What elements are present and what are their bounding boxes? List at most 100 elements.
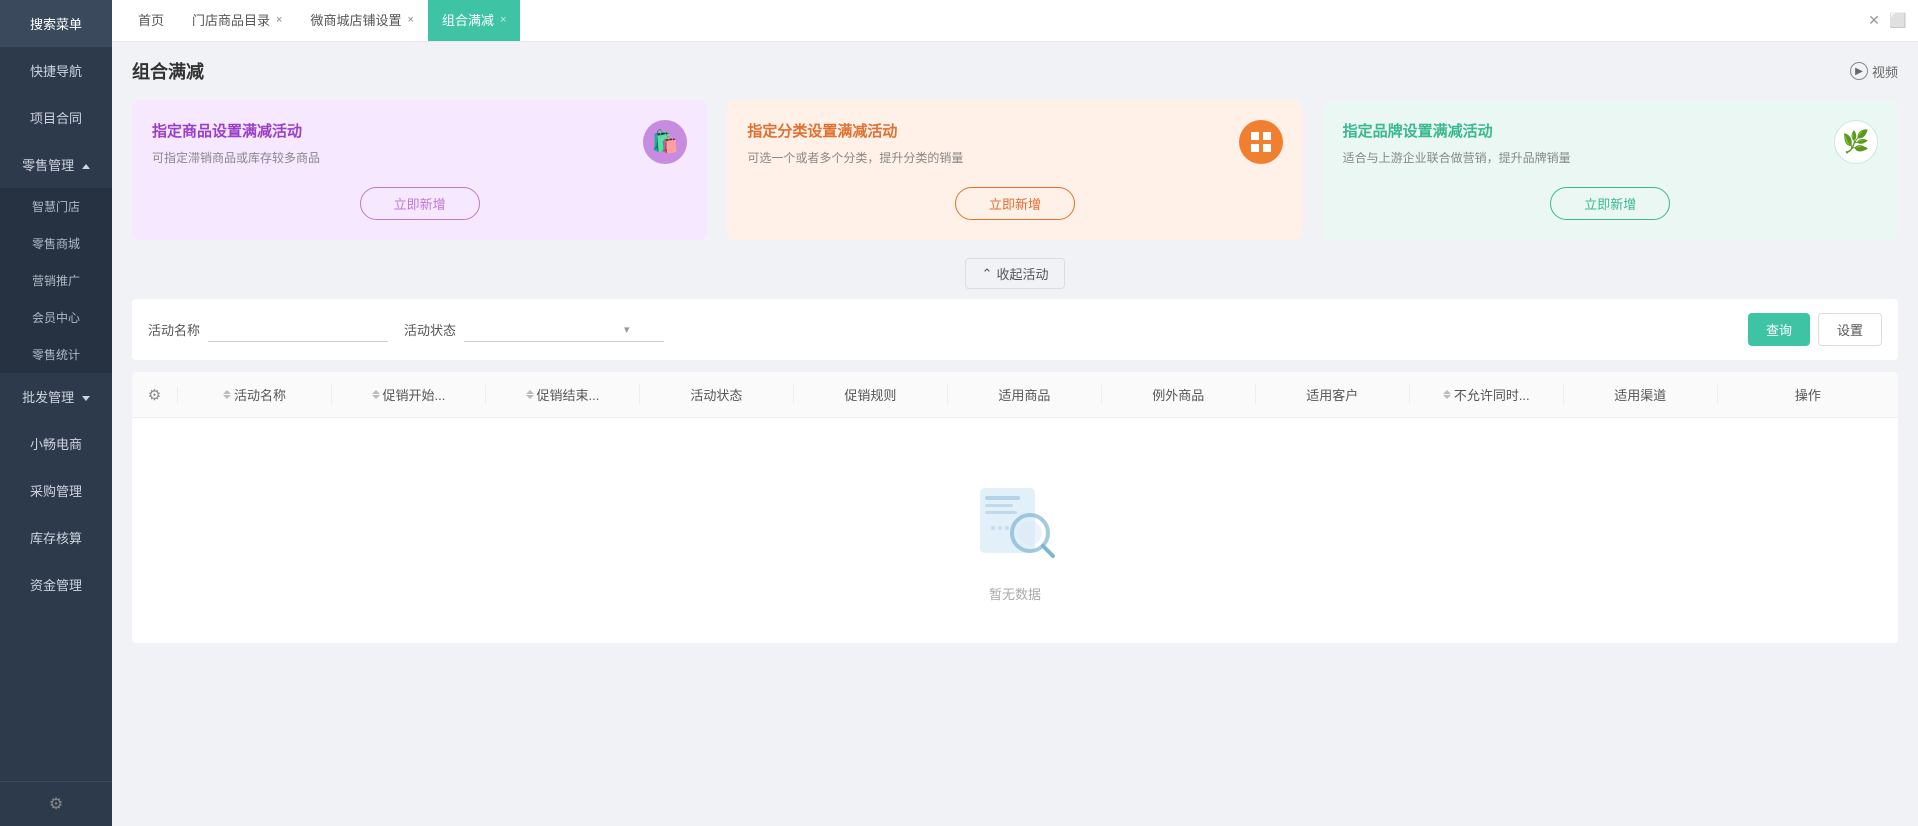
page-title: 组合满减 [132,58,204,84]
sidebar-item-purchase-mgmt[interactable]: 采购管理 [0,467,112,514]
th-no-concurrent: 不允许同时... [1410,385,1564,404]
sidebar-item-retail-mall[interactable]: 零售商城 [0,225,112,262]
sort-up-icon [223,390,231,394]
th-promo-end: 促销结束... [486,385,640,404]
sort-up-icon [372,390,380,394]
activity-status-input[interactable] [464,318,624,341]
page-body: 组合满减 ▶ 视频 指定商品设置满减活动 可指定滞销商品或库存较多商品 🛍️ 立… [112,42,1918,826]
chevron-down-icon: ▾ [624,323,630,336]
sidebar-item-quick-nav[interactable]: 快捷导航 [0,47,112,94]
tab-close-combo-discount[interactable]: × [500,14,506,26]
th-promo-start: 促销开始... [332,385,486,404]
sidebar-item-label: 零售统计 [32,348,80,362]
table-header: ⚙ 活动名称 促销开始... [132,372,1898,418]
sidebar-item-label: 智慧门店 [32,200,80,214]
th-operation: 操作 [1718,385,1898,404]
brand-card-title: 指定品牌设置满减活动 [1343,120,1878,141]
sidebar-item-label: 批发管理 [22,390,74,405]
th-exception-goods: 例外商品 [1102,385,1256,404]
tab-store-catalog[interactable]: 门店商品目录 × [178,0,296,41]
sidebar-item-retail-stats[interactable]: 零售统计 [0,336,112,373]
sort-up-icon [1443,390,1451,394]
activity-name-input[interactable] [208,318,388,342]
activity-status-label: 活动状态 [404,320,456,339]
tab-close-store-catalog[interactable]: × [276,14,282,26]
window-controls: ✕ ⬜ [1866,13,1906,29]
sidebar-settings-btn[interactable]: ⚙ [0,781,112,826]
sidebar-item-member-center[interactable]: 会员中心 [0,299,112,336]
th-settings: ⚙ [132,386,178,404]
sidebar-item-label: 采购管理 [30,484,82,499]
search-actions: 查询 设置 [1748,313,1882,346]
sidebar-item-label: 营销推广 [32,274,80,288]
window-maximize-btn[interactable]: ⬜ [1890,13,1906,29]
th-applicable-channel: 适用渠道 [1564,385,1718,404]
sort-down-icon [526,395,534,399]
th-applicable-goods: 适用商品 [948,385,1102,404]
empty-illustration [965,478,1065,568]
sort-arrows-activity-name[interactable] [223,390,231,399]
sidebar-sub-retail: 智慧门店 零售商城 营销推广 会员中心 零售统计 [0,188,112,373]
sidebar-item-label: 零售商城 [32,237,80,251]
category-card-desc: 可选一个或者多个分类，提升分类的销量 [747,149,1282,166]
sort-arrows-no-concurrent[interactable] [1443,390,1451,399]
sidebar-item-label: 零售管理 [22,158,74,173]
settings-icon: ⚙ [49,796,63,813]
page-header: 组合满减 ▶ 视频 [132,58,1898,84]
th-promo-rule: 促销规则 [794,385,948,404]
table-settings-icon[interactable]: ⚙ [148,386,161,404]
video-link[interactable]: ▶ 视频 [1850,62,1898,81]
activity-status-field: 活动状态 ▾ [404,318,664,342]
sidebar-item-label: 资金管理 [30,578,82,593]
sidebar: 搜索菜单 快捷导航 项目合同 零售管理 智慧门店 零售商城 营销推广 会员中心 … [0,0,112,826]
product-card-icon: 🛍️ [643,120,687,164]
collapse-activities-btn[interactable]: ⌃ 收起活动 [965,258,1066,289]
activity-name-field: 活动名称 [148,318,388,342]
product-card-title: 指定商品设置满减活动 [152,120,687,141]
sort-down-icon [372,395,380,399]
category-card-btn[interactable]: 立即新增 [955,187,1075,220]
search-bar: 活动名称 活动状态 ▾ 查询 设置 [132,299,1898,360]
activity-name-label: 活动名称 [148,320,200,339]
main-content: 首页 门店商品目录 × 微商城店铺设置 × 组合满减 × ✕ ⬜ 组合满减 [112,0,1918,826]
tab-home[interactable]: 首页 [124,0,178,41]
activity-status-select-wrapper: ▾ [464,318,664,342]
sidebar-search[interactable]: 搜索菜单 [0,0,112,47]
product-card: 指定商品设置满减活动 可指定滞销商品或库存较多商品 🛍️ 立即新增 [132,100,707,240]
product-card-btn[interactable]: 立即新增 [360,187,480,220]
th-applicable-customer: 适用客户 [1256,385,1410,404]
category-card-icon [1239,120,1283,164]
sidebar-item-wholesale-mgmt[interactable]: 批发管理 [0,373,112,420]
sidebar-item-project-contract[interactable]: 项目合同 [0,94,112,141]
window-close-btn[interactable]: ✕ [1866,13,1882,29]
sidebar-item-retail-mgmt[interactable]: 零售管理 [0,141,112,188]
sidebar-item-inventory-calc[interactable]: 库存核算 [0,514,112,561]
tab-wechat-store-settings[interactable]: 微商城店铺设置 × [296,0,427,41]
tab-combo-discount[interactable]: 组合满减 × [428,0,520,41]
brand-card-btn[interactable]: 立即新增 [1550,187,1670,220]
table-wrapper: ⚙ 活动名称 促销开始... [132,372,1898,643]
sort-arrows-promo-start[interactable] [372,390,380,399]
empty-text: 暂无数据 [132,584,1898,603]
sidebar-item-smart-store[interactable]: 智慧门店 [0,188,112,225]
empty-state: 暂无数据 [132,418,1898,643]
collapse-bar: ⌃ 收起活动 [132,252,1898,299]
search-label: 搜索菜单 [30,17,82,32]
sidebar-item-xpc-ecommerce[interactable]: 小畅电商 [0,420,112,467]
settings-button[interactable]: 设置 [1818,313,1882,346]
sort-arrows-promo-end[interactable] [526,390,534,399]
sort-down-icon [1443,395,1451,399]
cards-row: 指定商品设置满减活动 可指定滞销商品或库存较多商品 🛍️ 立即新增 指定分类设置… [132,100,1898,240]
sidebar-item-label: 会员中心 [32,311,80,325]
brand-card-desc: 适合与上游企业联合做营销，提升品牌销量 [1343,149,1878,166]
tab-close-wechat-store-settings[interactable]: × [407,14,413,26]
collapse-icon: ⌃ [982,266,993,282]
th-activity-name: 活动名称 [178,385,332,404]
category-card-title: 指定分类设置满减活动 [747,120,1282,141]
sidebar-item-marketing[interactable]: 营销推广 [0,262,112,299]
sidebar-item-finance-mgmt[interactable]: 资金管理 [0,561,112,608]
brand-card: 指定品牌设置满减活动 适合与上游企业联合做营销，提升品牌销量 🌿 立即新增 [1323,100,1898,240]
play-icon: ▶ [1850,62,1868,80]
query-button[interactable]: 查询 [1748,313,1810,346]
sidebar-item-label: 小畅电商 [30,437,82,452]
